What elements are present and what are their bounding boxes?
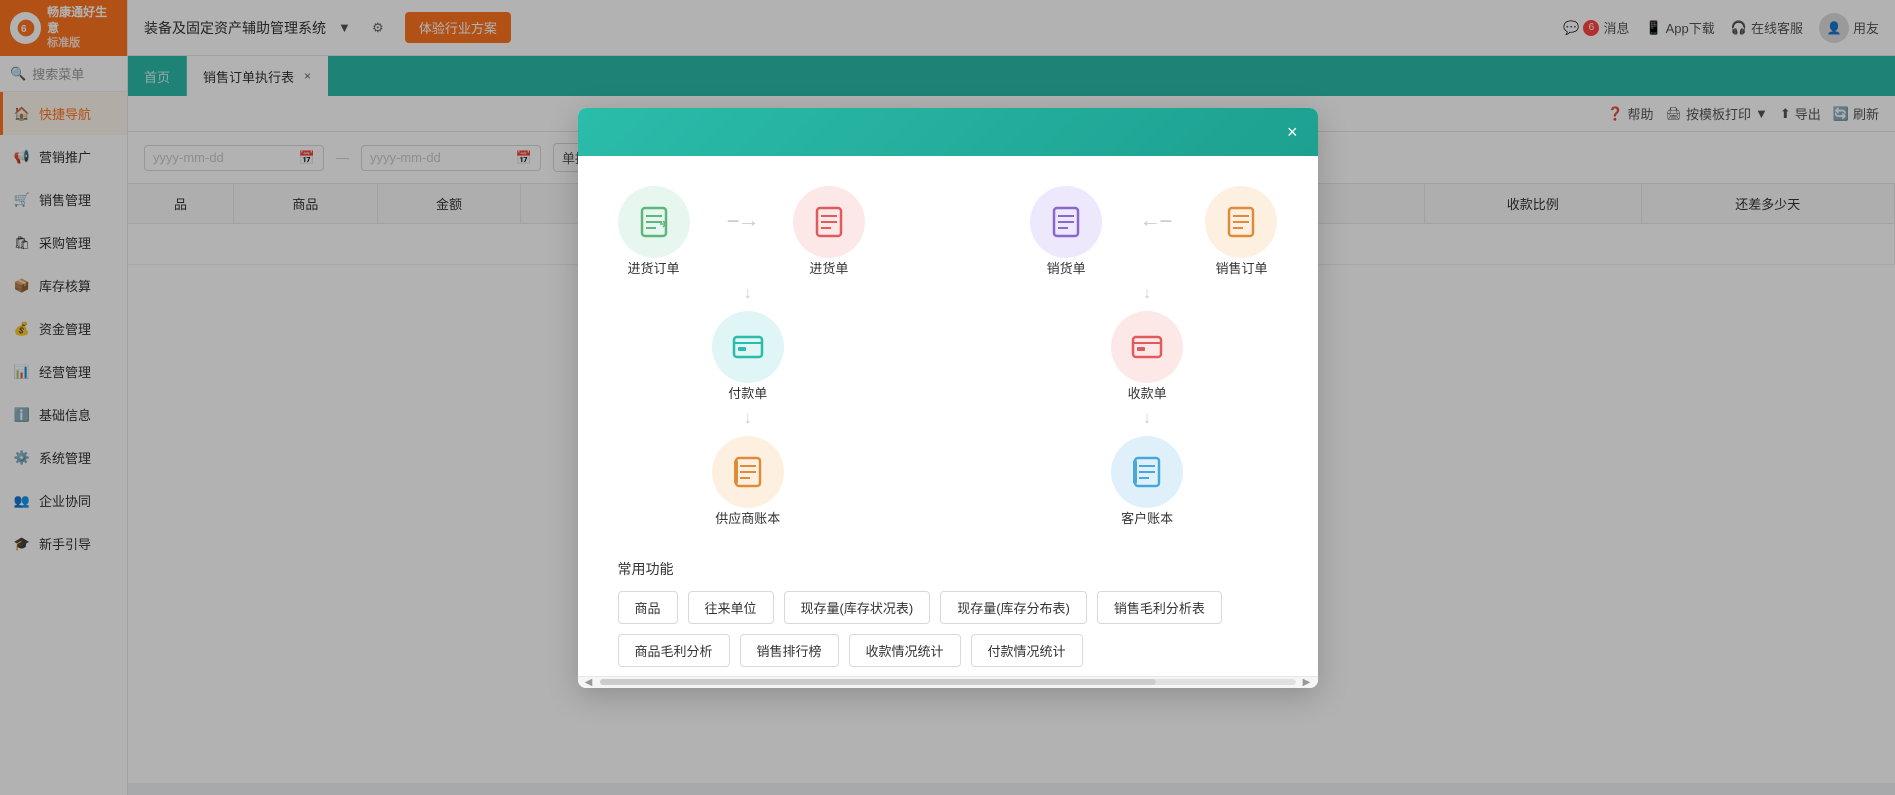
arrow-receipt-down: ↓ (1111, 410, 1183, 428)
common-functions-buttons: 商品 往来单位 现存量(库存状况表) 现存量(库存分布表) 销售毛利分析表 商品… (618, 591, 1278, 667)
arrow-sales-bill-down: ↓ (1111, 285, 1183, 303)
scrollbar-thumb[interactable] (600, 679, 1157, 685)
flow-customer-ledger-label: 客户账本 (1121, 508, 1173, 527)
arrow-purchase-bill-down: ↓ (712, 285, 784, 303)
func-btn-product[interactable]: 商品 (618, 591, 678, 624)
popup-dialog: × 进货订单 - - → 进货单 (578, 108, 1318, 688)
flow-purchase-bill[interactable]: 进货单 (793, 186, 865, 277)
flow-receipt-label: 收款单 (1128, 383, 1167, 402)
flow-payment[interactable]: 付款单 (712, 311, 784, 402)
func-btn-product-profit[interactable]: 商品毛利分析 (618, 634, 730, 667)
scrollbar-track[interactable] (600, 679, 1296, 685)
arrow-payment-down: ↓ (712, 410, 784, 428)
scrollbar-left-button[interactable]: ◀ (582, 675, 596, 688)
flow-supplier-ledger-label: 供应商账本 (715, 508, 780, 527)
func-btn-sales-ranking[interactable]: 销售排行榜 (740, 634, 839, 667)
func-btn-stock-dist[interactable]: 现存量(库存分布表) (940, 591, 1087, 624)
flow-customer-ledger[interactable]: 客户账本 (1111, 436, 1183, 527)
flow-purchase-order-label: 进货订单 (627, 258, 679, 277)
arrow-purchase-to-purchase-bill: - - → (690, 207, 793, 255)
flow-payment-label: 付款单 (728, 383, 767, 402)
flow-purchase-order[interactable]: 进货订单 (618, 186, 690, 277)
popup-close-button[interactable]: × (1287, 123, 1298, 141)
popup-header: × (578, 108, 1318, 156)
arrow-sales-order-to-sales-bill: ← - - (1102, 207, 1205, 255)
func-btn-stock-status[interactable]: 现存量(库存状况表) (784, 591, 931, 624)
flow-sales-bill[interactable]: 销货单 (1030, 186, 1102, 277)
func-btn-partner[interactable]: 往来单位 (688, 591, 774, 624)
flow-purchase-bill-label: 进货单 (809, 258, 848, 277)
popup-scrollbar: ◀ ▶ (578, 676, 1318, 688)
func-btn-sales-profit[interactable]: 销售毛利分析表 (1097, 591, 1222, 624)
flow-sales-order-label: 销售订单 (1215, 258, 1267, 277)
popup-body: 进货订单 - - → 进货单 销货单 (578, 156, 1318, 676)
flow-sales-order[interactable]: 销售订单 (1205, 186, 1277, 277)
func-btn-collection-stats[interactable]: 收款情况统计 (849, 634, 961, 667)
common-functions-section: 常用功能 商品 往来单位 现存量(库存状况表) 现存量(库存分布表) 销售毛利分… (618, 559, 1278, 667)
common-functions-title: 常用功能 (618, 559, 1278, 579)
flow-sales-bill-label: 销货单 (1047, 258, 1086, 277)
flow-supplier-ledger[interactable]: 供应商账本 (712, 436, 784, 527)
flow-receipt[interactable]: 收款单 (1111, 311, 1183, 402)
func-btn-payment-stats[interactable]: 付款情况统计 (971, 634, 1083, 667)
scrollbar-right-button[interactable]: ▶ (1300, 675, 1314, 688)
